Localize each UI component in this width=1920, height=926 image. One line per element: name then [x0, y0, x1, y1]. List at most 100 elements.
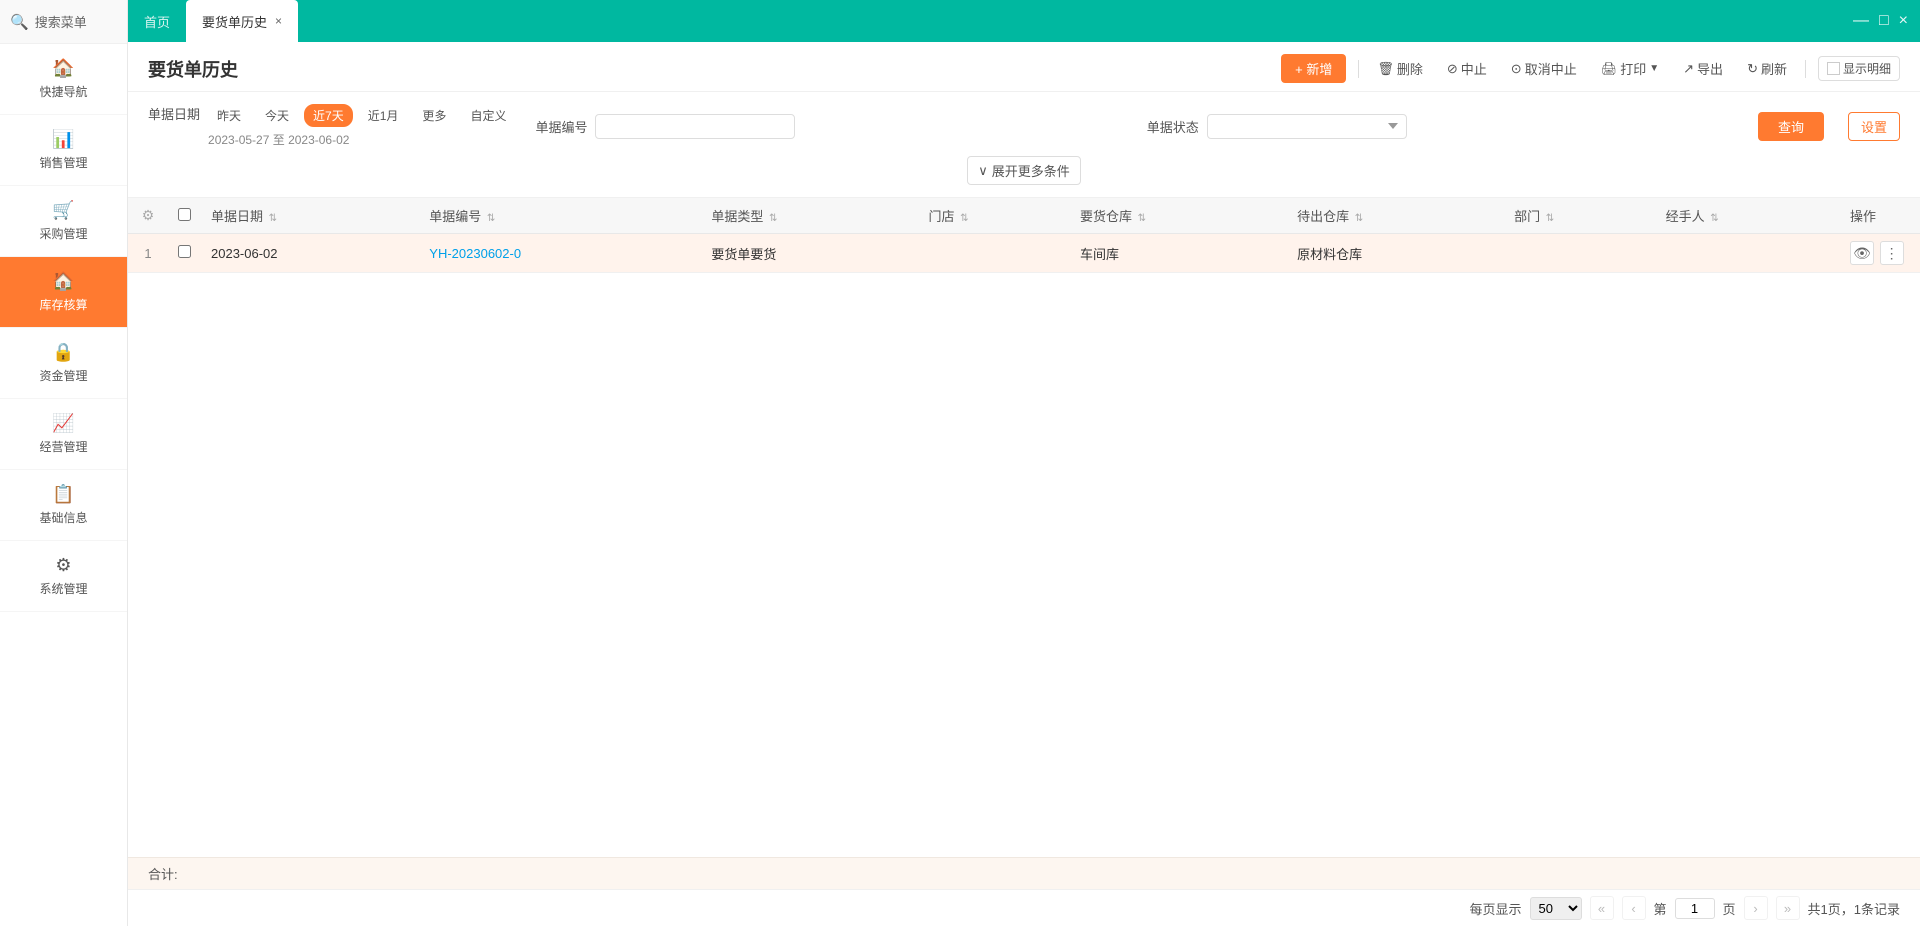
- col-settings: ⚙: [128, 198, 168, 234]
- date-7days[interactable]: 近7天: [304, 104, 353, 127]
- next-page-button[interactable]: ›: [1744, 896, 1768, 920]
- detail-checkbox[interactable]: [1827, 62, 1840, 75]
- page-goto-label: 第: [1654, 899, 1667, 918]
- sidebar-item-quick-nav[interactable]: 🏠 快捷导航: [0, 44, 127, 115]
- sidebar-item-label: 快捷导航: [39, 83, 87, 100]
- row-checkbox[interactable]: [178, 245, 191, 258]
- last-page-button[interactable]: »: [1776, 896, 1800, 920]
- print-dropdown-icon[interactable]: ▼: [1649, 63, 1659, 74]
- doc-no-label: 单据编号: [535, 117, 587, 136]
- tab-home-label: 首页: [144, 12, 170, 31]
- sidebar: 🔍 搜索菜单 🏠 快捷导航 📊 销售管理 🛒 采购管理 🏠 库存核算 🔒 资金管…: [0, 0, 128, 926]
- topbar-right: — □ ×: [1853, 12, 1920, 30]
- data-table: ⚙ 单据日期 ⇅ 单据编号 ⇅: [128, 198, 1920, 273]
- row-checkbox-cell: [168, 234, 201, 273]
- filter-row-1: 单据日期 昨天 今天 近7天 近1月 更多 自定义 2023-05-27 至 2…: [148, 104, 1900, 148]
- col-pending-warehouse: 待出仓库 ⇅: [1287, 198, 1504, 234]
- row-more-button[interactable]: ⋮: [1880, 241, 1904, 265]
- table-footer: 合计:: [128, 857, 1920, 889]
- page-title: 要货单历史: [148, 56, 238, 82]
- col-doc-no-label: 单据编号: [429, 209, 481, 224]
- sidebar-item-inventory[interactable]: 🏠 库存核算: [0, 257, 127, 328]
- col-doc-type-label: 单据类型: [711, 209, 763, 224]
- date-buttons: 昨天 今天 近7天 近1月 更多 自定义: [208, 104, 515, 127]
- per-page-select[interactable]: 50 100 200: [1530, 897, 1582, 920]
- date-yesterday[interactable]: 昨天: [208, 104, 250, 127]
- expand-more-label: 展开更多条件: [992, 161, 1070, 180]
- doc-no-input[interactable]: [595, 114, 795, 139]
- new-button[interactable]: + 新增: [1281, 54, 1346, 83]
- gear-icon: ⚙: [55, 555, 71, 576]
- row-num: 1: [128, 234, 168, 273]
- tab-close-icon[interactable]: ×: [275, 14, 282, 28]
- delete-button[interactable]: 🗑 删除: [1371, 55, 1429, 82]
- print-button[interactable]: 🖨 打印 ▼: [1595, 55, 1665, 82]
- page-number-input[interactable]: [1675, 898, 1715, 919]
- status-select[interactable]: [1207, 114, 1407, 139]
- display-detail-button[interactable]: 显示明细: [1818, 56, 1900, 81]
- date-today[interactable]: 今天: [256, 104, 298, 127]
- table-row[interactable]: 1 2023-06-02 YH-20230602-0 要货单要货 车间库 原材料…: [128, 234, 1920, 273]
- sidebar-item-finance[interactable]: 🔒 资金管理: [0, 328, 127, 399]
- settings-button[interactable]: 设置: [1848, 112, 1900, 141]
- sidebar-item-sales[interactable]: 📊 销售管理: [0, 115, 127, 186]
- row-doc-no-link[interactable]: YH-20230602-0: [429, 246, 521, 261]
- sidebar-item-system[interactable]: ⚙ 系统管理: [0, 541, 127, 612]
- row-view-button[interactable]: 👁: [1850, 241, 1874, 265]
- tab-requisition-label: 要货单历史: [202, 12, 267, 31]
- minimize-button[interactable]: —: [1853, 12, 1869, 30]
- expand-more-button[interactable]: ∨ 展开更多条件: [967, 156, 1081, 185]
- row-doc-no: YH-20230602-0: [419, 234, 701, 273]
- sort-pendwh-icon[interactable]: ⇅: [1355, 213, 1363, 224]
- sort-dept-icon[interactable]: ⇅: [1546, 213, 1554, 224]
- tab-home[interactable]: 首页: [128, 0, 186, 42]
- row-req-warehouse: 车间库: [1070, 234, 1287, 273]
- sidebar-item-purchase[interactable]: 🛒 采购管理: [0, 186, 127, 257]
- tab-requisition-history[interactable]: 要货单历史 ×: [186, 0, 298, 42]
- sidebar-search[interactable]: 🔍 搜索菜单: [0, 0, 127, 44]
- stop-button[interactable]: ⊘ 中止: [1441, 55, 1493, 82]
- date-custom[interactable]: 自定义: [461, 104, 515, 127]
- row-pending-warehouse: 原材料仓库: [1287, 234, 1504, 273]
- col-req-wh-label: 要货仓库: [1080, 209, 1132, 224]
- sort-handler-icon[interactable]: ⇅: [1710, 213, 1718, 224]
- prev-page-button[interactable]: ‹: [1622, 896, 1646, 920]
- select-all-checkbox[interactable]: [178, 208, 191, 221]
- sidebar-item-operations[interactable]: 📈 经营管理: [0, 399, 127, 470]
- sort-store-icon[interactable]: ⇅: [960, 213, 968, 224]
- first-page-button[interactable]: «: [1590, 896, 1614, 920]
- sort-docno-icon[interactable]: ⇅: [487, 213, 495, 224]
- lock-icon: 🔒: [52, 342, 74, 363]
- sort-reqwh-icon[interactable]: ⇅: [1138, 213, 1146, 224]
- date-more[interactable]: 更多: [413, 104, 455, 127]
- content-area: 要货单历史 + 新增 🗑 删除 ⊘ 中止 ⊙ 取消中止 🖨 打: [128, 42, 1920, 926]
- sort-date-icon[interactable]: ⇅: [269, 213, 277, 224]
- sort-doctype-icon[interactable]: ⇅: [769, 213, 777, 224]
- export-label: 导出: [1697, 59, 1723, 78]
- col-handler: 经手人 ⇅: [1656, 198, 1840, 234]
- sidebar-item-basic[interactable]: 📋 基础信息: [0, 470, 127, 541]
- delete-icon: 🗑: [1377, 61, 1394, 77]
- search-icon: 🔍: [10, 13, 29, 31]
- cancel-stop-button[interactable]: ⊙ 取消中止: [1505, 55, 1583, 82]
- basic-icon: 📋: [52, 484, 74, 505]
- row-store: [918, 234, 1069, 273]
- export-icon: ↗: [1683, 61, 1694, 77]
- date-1month[interactable]: 近1月: [359, 104, 408, 127]
- row-date: 2023-06-02: [201, 234, 419, 273]
- table-area: ⚙ 单据日期 ⇅ 单据编号 ⇅: [128, 198, 1920, 857]
- col-store-label: 门店: [928, 209, 954, 224]
- date-filter-group: 单据日期 昨天 今天 近7天 近1月 更多 自定义 2023-05-27 至 2…: [148, 104, 515, 148]
- filter-area: 单据日期 昨天 今天 近7天 近1月 更多 自定义 2023-05-27 至 2…: [128, 92, 1920, 198]
- operations-icon: 📈: [52, 413, 74, 434]
- query-button[interactable]: 查询: [1758, 112, 1824, 141]
- refresh-button[interactable]: ↻ 刷新: [1741, 55, 1793, 82]
- status-label: 单据状态: [1147, 117, 1199, 136]
- col-req-warehouse: 要货仓库 ⇅: [1070, 198, 1287, 234]
- export-button[interactable]: ↗ 导出: [1677, 55, 1729, 82]
- display-detail-label: 显示明细: [1843, 60, 1891, 77]
- maximize-button[interactable]: □: [1879, 12, 1889, 30]
- table-settings-icon[interactable]: ⚙: [142, 207, 155, 223]
- per-page-label: 每页显示: [1469, 899, 1521, 918]
- close-button[interactable]: ×: [1899, 12, 1908, 30]
